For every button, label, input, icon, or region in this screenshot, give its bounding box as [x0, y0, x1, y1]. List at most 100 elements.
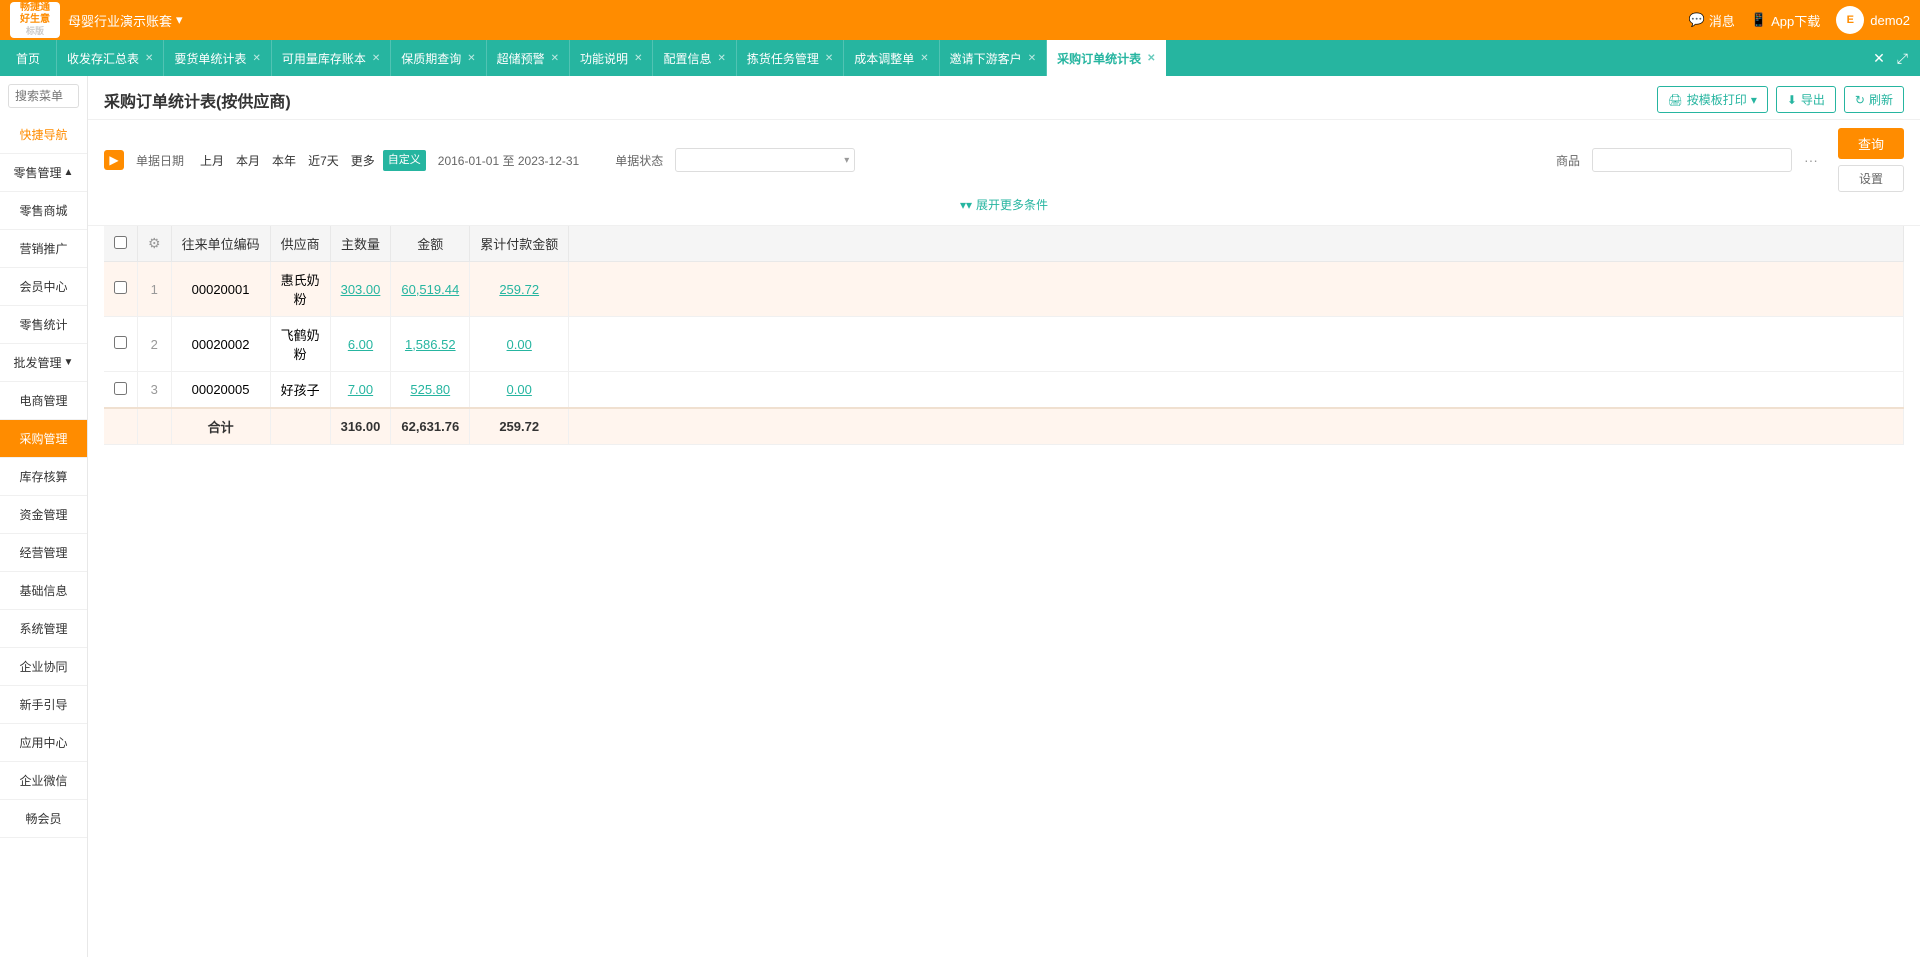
- tab-invite-downstream-close[interactable]: ✕: [1028, 53, 1036, 64]
- sidebar-item-enterprise-coop[interactable]: 企业协同: [0, 648, 87, 686]
- sidebar-item-member[interactable]: 畅会员: [0, 800, 87, 838]
- tab-expiry-query-close[interactable]: ✕: [467, 53, 475, 64]
- sidebar-item-retail-stats[interactable]: 零售统计: [0, 306, 87, 344]
- cell-amount[interactable]: 525.80: [391, 372, 470, 409]
- cell-amount[interactable]: 60,519.44: [391, 262, 470, 317]
- goods-more-btn[interactable]: ···: [1804, 152, 1818, 168]
- user-profile[interactable]: E demo2: [1836, 6, 1910, 34]
- shortcut-this-month[interactable]: 本月: [232, 150, 264, 171]
- goods-input[interactable]: [1592, 148, 1792, 172]
- footer-paid-amount: 259.72: [470, 408, 569, 445]
- tab-expand-btn[interactable]: ⤢: [1893, 48, 1912, 69]
- shortcut-more[interactable]: 更多: [347, 150, 379, 171]
- main-layout: 快捷导航 零售管理 ▲ 零售商城 营销推广 会员中心 零售统计 批发管理 ▼ 电…: [0, 76, 1920, 957]
- refresh-button[interactable]: ↻ 刷新: [1844, 86, 1904, 113]
- row-checkbox[interactable]: [114, 336, 127, 349]
- sidebar-item-wholesale-mgmt[interactable]: 批发管理 ▼: [0, 344, 87, 382]
- expand-btn[interactable]: ▾▾ 展开更多条件: [960, 196, 1048, 213]
- tab-picking-task-close[interactable]: ✕: [825, 53, 833, 64]
- sidebar-item-inventory[interactable]: 库存核算: [0, 458, 87, 496]
- sidebar-item-retail-mgmt[interactable]: 零售管理 ▲: [0, 154, 87, 192]
- tab-picking-task[interactable]: 拣货任务管理 ✕: [737, 40, 844, 76]
- footer-extra: [569, 408, 1904, 445]
- cell-amount[interactable]: 1,586.52: [391, 317, 470, 372]
- search-input[interactable]: [8, 84, 79, 108]
- table-row: 3 00020005 好孩子 7.00 525.80 0.00: [104, 372, 1904, 409]
- tab-goods-stats-close[interactable]: ✕: [252, 53, 260, 64]
- th-extra: [569, 226, 1904, 262]
- date-shortcuts: 上月 本月 本年 近7天 更多 自定义: [196, 150, 426, 171]
- tab-cost-adjust[interactable]: 成本调整单 ✕: [844, 40, 939, 76]
- tab-function-desc[interactable]: 功能说明 ✕: [570, 40, 653, 76]
- sidebar-item-finance[interactable]: 资金管理: [0, 496, 87, 534]
- tab-cost-adjust-label: 成本调整单: [854, 50, 914, 67]
- row-checkbox[interactable]: [114, 281, 127, 294]
- tab-invite-downstream[interactable]: 邀请下游客户 ✕: [940, 40, 1047, 76]
- tab-config-info-close[interactable]: ✕: [717, 53, 725, 64]
- row-checkbox[interactable]: [114, 382, 127, 395]
- tab-close-btn[interactable]: ✕: [1869, 48, 1889, 69]
- custom-badge: 自定义: [383, 150, 426, 171]
- sidebar-item-enterprise-wechat[interactable]: 企业微信: [0, 762, 87, 800]
- settings-icon: ⚙: [148, 235, 161, 251]
- sidebar-item-new-guide[interactable]: 新手引导: [0, 686, 87, 724]
- tab-overstock-warning[interactable]: 超储预警 ✕: [487, 40, 570, 76]
- cell-paid-amount[interactable]: 259.72: [470, 262, 569, 317]
- sidebar-item-retail-store[interactable]: 零售商城: [0, 192, 87, 230]
- cell-checkbox: [104, 262, 138, 317]
- export-button[interactable]: ⬇ 导出: [1776, 86, 1836, 113]
- settings-button[interactable]: 设置: [1838, 165, 1904, 192]
- shortcut-last-month[interactable]: 上月: [196, 150, 228, 171]
- sidebar-item-operations[interactable]: 经营管理: [0, 534, 87, 572]
- cell-main-qty[interactable]: 303.00: [330, 262, 391, 317]
- tab-receive-summary[interactable]: 收发存汇总表 ✕: [57, 40, 164, 76]
- cell-num: 1: [138, 262, 172, 317]
- tab-function-desc-close[interactable]: ✕: [634, 53, 642, 64]
- shortcut-this-year[interactable]: 本年: [268, 150, 300, 171]
- cell-extra: [569, 372, 1904, 409]
- tab-goods-stats-label: 要货单统计表: [174, 50, 246, 67]
- top-bar-right: 💬 消息 📱 App下载 E demo2: [1689, 6, 1910, 34]
- page-title: 采购订单统计表(按供应商): [104, 88, 291, 112]
- cell-checkbox: [104, 317, 138, 372]
- print-button[interactable]: 🖨 按模板打印 ▾: [1657, 86, 1768, 113]
- app-download-btn[interactable]: 📱 App下载: [1751, 11, 1820, 30]
- cell-paid-amount[interactable]: 0.00: [470, 317, 569, 372]
- table-container: ⚙ 往来单位编码 供应商 主数量 金额 累计付款金额 1 00020001 惠氏…: [88, 226, 1920, 957]
- tab-goods-stats[interactable]: 要货单统计表 ✕: [164, 40, 271, 76]
- tab-overstock-warning-close[interactable]: ✕: [551, 53, 559, 64]
- message-icon: 💬: [1689, 12, 1705, 28]
- status-select[interactable]: [675, 148, 855, 172]
- sidebar-item-member-center[interactable]: 会员中心: [0, 268, 87, 306]
- filter-toggle-btn[interactable]: ▶: [104, 150, 124, 170]
- tab-available-stock-close[interactable]: ✕: [372, 53, 380, 64]
- workspace-selector[interactable]: 母婴行业演示账套 ▾: [68, 11, 183, 30]
- status-filter-label: 单据状态: [615, 152, 663, 169]
- sidebar-item-ecommerce-mgmt[interactable]: 电商管理: [0, 382, 87, 420]
- tab-available-stock[interactable]: 可用量库存账本 ✕: [272, 40, 391, 76]
- query-button[interactable]: 查询: [1838, 128, 1904, 159]
- tab-config-info[interactable]: 配置信息 ✕: [653, 40, 736, 76]
- sidebar-item-quick-nav[interactable]: 快捷导航: [0, 116, 87, 154]
- sidebar-item-purchase-mgmt[interactable]: 采购管理: [0, 420, 87, 458]
- cell-main-qty[interactable]: 7.00: [330, 372, 391, 409]
- sidebar-item-app-center[interactable]: 应用中心: [0, 724, 87, 762]
- message-btn[interactable]: 💬 消息: [1689, 11, 1735, 30]
- sidebar-search-area: [0, 76, 87, 116]
- tab-expiry-query[interactable]: 保质期查询 ✕: [391, 40, 486, 76]
- th-settings[interactable]: ⚙: [138, 226, 172, 262]
- select-all-checkbox[interactable]: [114, 236, 127, 249]
- tab-cost-adjust-close[interactable]: ✕: [920, 53, 928, 64]
- cell-paid-amount[interactable]: 0.00: [470, 372, 569, 409]
- tab-home[interactable]: 首页: [0, 40, 57, 76]
- sidebar-item-basic-info[interactable]: 基础信息: [0, 572, 87, 610]
- shortcut-7days[interactable]: 近7天: [304, 150, 343, 171]
- footer-amount: 62,631.76: [391, 408, 470, 445]
- cell-main-qty[interactable]: 6.00: [330, 317, 391, 372]
- tab-expiry-query-label: 保质期查询: [401, 50, 461, 67]
- tab-purchase-stats-close[interactable]: ✕: [1147, 53, 1155, 64]
- tab-receive-summary-close[interactable]: ✕: [145, 53, 153, 64]
- sidebar-item-marketing[interactable]: 营销推广: [0, 230, 87, 268]
- sidebar-item-system-mgmt[interactable]: 系统管理: [0, 610, 87, 648]
- tab-purchase-stats[interactable]: 采购订单统计表 ✕: [1047, 40, 1166, 76]
